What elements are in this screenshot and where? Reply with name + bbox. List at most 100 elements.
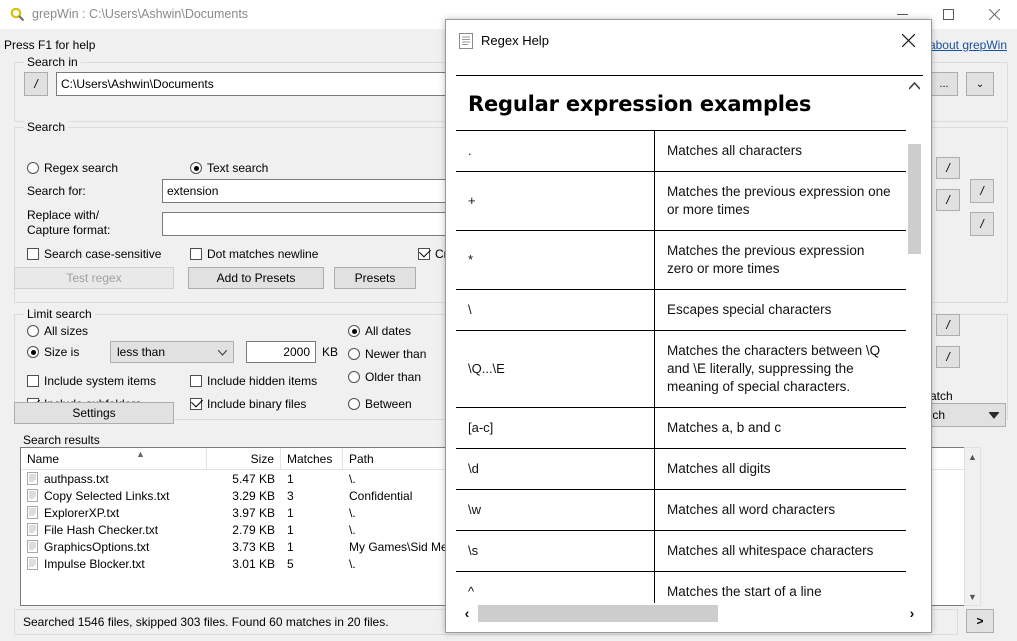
regex-pattern-cell: \Q...\E	[456, 330, 655, 408]
replace-with-regex-button[interactable]: /	[970, 212, 994, 236]
older-than-label: Older than	[365, 370, 422, 384]
search-for-label: Search for:	[27, 184, 86, 198]
scroll-right-icon[interactable]: ›	[901, 603, 923, 623]
search-results-label: Search results	[20, 433, 103, 447]
newer-than-label: Newer than	[365, 347, 427, 361]
scroll-up-icon[interactable]: ▲	[965, 448, 980, 465]
file-icon	[27, 472, 38, 485]
radio-mark	[27, 346, 39, 358]
regex-search-radio[interactable]: Regex search	[27, 161, 118, 175]
cell-name: File Hash Checker.txt	[21, 521, 207, 538]
test-regex-button[interactable]: Test regex	[14, 267, 174, 289]
checkbox-mark	[190, 375, 202, 387]
size-value-input[interactable]: 2000	[246, 341, 316, 363]
search-case-sensitive-checkbox[interactable]: Search case-sensitive	[27, 247, 161, 261]
browse-folder-button[interactable]: ...	[930, 72, 958, 96]
about-grepwin-link[interactable]: about grepWin	[929, 38, 1007, 52]
regex-example-row: \Q...\E Matches the characters between \Q…	[456, 330, 906, 408]
include-system-items-label: Include system items	[44, 374, 157, 388]
search-in-history-dropdown-button[interactable]: ⌄	[966, 72, 994, 96]
results-vertical-scrollbar[interactable]: ▲ ▼	[964, 447, 981, 606]
date-field-3-button[interactable]: /	[936, 314, 960, 336]
cell-size: 3.73 KB	[232, 539, 275, 554]
regex-example-row: \w Matches all word characters	[456, 489, 906, 531]
checkbox-mark	[418, 248, 430, 260]
cell-matches: 1	[287, 505, 294, 520]
cell-matches: 1	[287, 522, 294, 537]
text-search-radio[interactable]: Text search	[190, 161, 268, 175]
regex-help-document: Regular expression examples . Matches all…	[456, 76, 906, 619]
date-field-1-button[interactable]: /	[936, 157, 960, 179]
hscroll-track[interactable]	[478, 603, 901, 623]
regex-description-cell: Matches all whitespace characters	[654, 530, 906, 572]
regex-example-row: [a-c] Matches a, b and c	[456, 407, 906, 449]
add-to-presets-button[interactable]: Add to Presets	[188, 267, 324, 289]
radio-mark	[348, 371, 360, 383]
close-button[interactable]	[971, 0, 1017, 29]
regex-description-cell: Matches the previous expression one or m…	[654, 171, 906, 231]
all-dates-radio[interactable]: All dates	[348, 324, 411, 338]
checkbox-mark	[190, 398, 202, 410]
date-field-2-button[interactable]: /	[936, 189, 960, 211]
file-icon	[27, 557, 38, 570]
limit-search-group-label: Limit search	[24, 307, 95, 321]
size-is-radio[interactable]: Size is	[27, 345, 79, 359]
regex-pattern-cell: [a-c]	[456, 407, 655, 449]
include-binary-files-label: Include binary files	[207, 397, 307, 411]
search-case-sensitive-label: Search case-sensitive	[44, 247, 162, 261]
cell-size: 3.97 KB	[232, 505, 275, 520]
status-text: Searched 1546 files, skipped 303 files. …	[23, 615, 389, 629]
hscrollbar-thumb[interactable]	[478, 605, 718, 622]
regex-pattern-cell: \s	[456, 530, 655, 572]
radio-mark	[27, 162, 39, 174]
regex-pattern-cell: \	[456, 289, 655, 331]
date-field-4-button[interactable]: /	[936, 346, 960, 368]
radio-mark	[190, 162, 202, 174]
radio-mark	[27, 325, 39, 337]
include-system-items-checkbox[interactable]: Include system items	[27, 374, 156, 388]
regex-example-row: * Matches the previous expression zero or…	[456, 230, 906, 290]
cell-matches: 1	[287, 471, 294, 486]
include-hidden-items-checkbox[interactable]: Include hidden items	[190, 374, 317, 388]
scroll-down-icon[interactable]: ▼	[965, 588, 980, 605]
older-than-radio[interactable]: Older than	[348, 370, 421, 384]
status-expand-button[interactable]: >	[966, 609, 994, 633]
radio-mark	[348, 348, 360, 360]
include-binary-files-checkbox[interactable]: Include binary files	[190, 397, 306, 411]
size-unit-label: KB	[322, 345, 339, 359]
size-compare-select[interactable]: less than	[110, 341, 234, 363]
settings-button[interactable]: Settings	[14, 402, 174, 424]
dialog-title: Regex Help	[481, 33, 549, 48]
search-in-group-label: Search in	[24, 55, 81, 69]
scroll-left-icon[interactable]: ‹	[456, 603, 478, 623]
include-hidden-items-label: Include hidden items	[207, 374, 318, 388]
between-radio[interactable]: Between	[348, 397, 412, 411]
regex-help-heading: Regular expression examples	[468, 92, 812, 116]
presets-button[interactable]: Presets	[334, 267, 416, 289]
all-sizes-label: All sizes	[44, 324, 89, 338]
regex-pattern-cell: \w	[456, 489, 655, 531]
scroll-up-icon[interactable]	[906, 76, 923, 95]
dialog-horizontal-scrollbar[interactable]: ‹ ›	[456, 603, 923, 623]
regex-pattern-cell: *	[456, 230, 655, 290]
search-for-regex-button[interactable]: /	[970, 179, 994, 203]
create-backup-checkbox[interactable]: Cr	[418, 247, 448, 261]
scrollbar-thumb[interactable]	[908, 144, 921, 254]
column-header-matches[interactable]: Matches	[281, 448, 343, 469]
dot-matches-newline-checkbox[interactable]: Dot matches newline	[190, 247, 318, 261]
regex-description-cell: Matches the characters between \Q and \E…	[654, 330, 906, 408]
cell-matches: 1	[287, 539, 294, 554]
column-header-name[interactable]: Name	[21, 448, 207, 469]
text-search-label: Text search	[207, 161, 269, 175]
dialog-close-button[interactable]	[886, 20, 931, 60]
newer-than-radio[interactable]: Newer than	[348, 347, 426, 361]
column-header-size[interactable]: Size	[207, 448, 281, 469]
search-in-regex-button[interactable]: /	[24, 72, 48, 96]
window-title: grepWin : C:\Users\Ashwin\Documents	[32, 7, 249, 21]
regex-example-row: \s Matches all whitespace characters	[456, 530, 906, 572]
cell-name: ExplorerXP.txt	[21, 504, 207, 521]
between-label: Between	[365, 397, 412, 411]
all-sizes-radio[interactable]: All sizes	[27, 324, 88, 338]
dialog-vertical-scrollbar[interactable]	[906, 76, 923, 619]
regex-examples-table: . Matches all characters + Matches the prev…	[456, 130, 906, 619]
